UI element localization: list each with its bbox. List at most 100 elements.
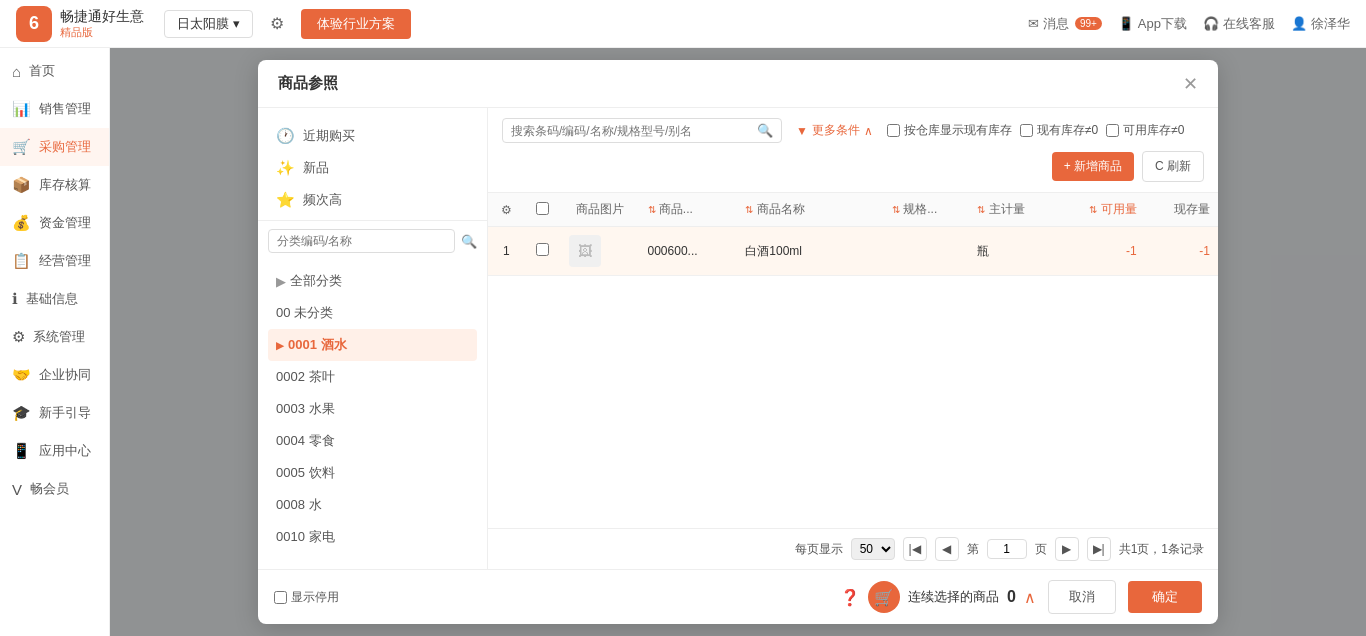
category-search-input[interactable] [268, 229, 455, 253]
sidebar-item-system[interactable]: ⚙ 系统管理 [0, 318, 109, 356]
show-disabled-checkbox[interactable] [274, 591, 287, 604]
toolbar-right: + 新增商品 C 刷新 [1052, 151, 1204, 182]
th-checkbox[interactable] [525, 193, 562, 227]
table-row[interactable]: 1 🖼 000600... 白酒100ml [488, 227, 1218, 276]
select-all-checkbox[interactable] [536, 202, 549, 215]
checkbox-current-stock[interactable]: 现有库存≠0 [1020, 122, 1098, 139]
product-search-input[interactable] [511, 124, 753, 138]
sidebar-item-finance[interactable]: 💰 资金管理 [0, 204, 109, 242]
app-download-btn[interactable]: 📱 App下载 [1118, 15, 1187, 33]
quick-nav-recent[interactable]: 🕐 近期购买 [266, 120, 479, 152]
sort-icon-unit: ⇅ [977, 204, 985, 215]
sidebar-item-basic[interactable]: ℹ 基础信息 [0, 280, 109, 318]
checkbox-available-stock-label: 可用库存≠0 [1123, 122, 1184, 139]
product-table-body: 1 🖼 000600... 白酒100ml [488, 227, 1218, 276]
quick-nav-frequent[interactable]: ⭐ 频次高 [266, 184, 479, 216]
product-reference-modal: 商品参照 ✕ 🕐 近期购买 ✨ 新 [258, 60, 1218, 624]
category-liquor-label: 0001 酒水 [288, 336, 347, 354]
sidebar-item-enterprise[interactable]: 🤝 企业协同 [0, 356, 109, 394]
modal-close-btn[interactable]: ✕ [1183, 75, 1198, 93]
th-name[interactable]: ⇅ 商品名称 [737, 193, 884, 227]
sidebar-label-finance: 资金管理 [39, 214, 91, 232]
sidebar-label-sales: 销售管理 [39, 100, 91, 118]
confirm-btn[interactable]: 确定 [1128, 581, 1202, 613]
category-all[interactable]: ▶ 全部分类 [268, 265, 477, 297]
th-settings[interactable]: ⚙ [488, 193, 525, 227]
finance-icon: 💰 [12, 214, 31, 232]
category-beverage[interactable]: 0005 饮料 [268, 457, 477, 489]
sidebar-label-inventory: 库存核算 [39, 176, 91, 194]
question-icon[interactable]: ❓ [840, 588, 860, 607]
checkbox-warehouse[interactable]: 按仓库显示现有库存 [887, 122, 1012, 139]
purchase-icon: 🛒 [12, 138, 31, 156]
sidebar-item-sales[interactable]: 📊 销售管理 [0, 90, 109, 128]
first-page-btn[interactable]: |◀ [903, 537, 927, 561]
th-spec[interactable]: ⇅ 规格... [884, 193, 970, 227]
checkbox-current-stock-input[interactable] [1020, 124, 1033, 137]
category-fruit[interactable]: 0003 水果 [268, 393, 477, 425]
category-water[interactable]: 0008 水 [268, 489, 477, 521]
last-page-btn[interactable]: ▶| [1087, 537, 1111, 561]
checkbox-warehouse-input[interactable] [887, 124, 900, 137]
row-checkbox[interactable] [536, 243, 549, 256]
apps-icon: 📱 [12, 442, 31, 460]
quick-nav-new[interactable]: ✨ 新品 [266, 152, 479, 184]
add-product-btn[interactable]: + 新增商品 [1052, 152, 1134, 181]
search-icon[interactable]: 🔍 [757, 123, 773, 138]
category-unclassified[interactable]: 00 未分类 [268, 297, 477, 329]
category-snack[interactable]: 0004 零食 [268, 425, 477, 457]
checkbox-available-stock-input[interactable] [1106, 124, 1119, 137]
refresh-btn[interactable]: C 刷新 [1142, 151, 1204, 182]
category-tea[interactable]: 0002 茶叶 [268, 361, 477, 393]
category-appliance[interactable]: 0010 家电 [268, 521, 477, 553]
cancel-btn[interactable]: 取消 [1048, 580, 1116, 614]
sidebar-item-apps[interactable]: 📱 应用中心 [0, 432, 109, 470]
th-name-label: 商品名称 [757, 202, 805, 216]
per-page-select[interactable]: 50 [851, 538, 895, 560]
footer-mid: ❓ 🛒 连续选择的商品 0 ∧ [840, 581, 1036, 613]
service-btn[interactable]: 🎧 在线客服 [1203, 15, 1275, 33]
th-stock: 现存量 [1145, 193, 1218, 227]
trial-btn[interactable]: 体验行业方案 [301, 9, 411, 39]
cart-icon[interactable]: 🛒 [868, 581, 900, 613]
th-available[interactable]: ⇅ 可用量 [1047, 193, 1145, 227]
prev-page-btn[interactable]: ◀ [935, 537, 959, 561]
user-avatar[interactable]: 👤 徐泽华 [1291, 15, 1350, 33]
main-content: 商品参照 ✕ 🕐 近期购买 ✨ 新 [110, 48, 1366, 636]
next-page-btn[interactable]: ▶ [1055, 537, 1079, 561]
sidebar-item-operation[interactable]: 📋 经营管理 [0, 242, 109, 280]
th-unit[interactable]: ⇅ 主计量 [969, 193, 1046, 227]
row-code: 000600... [640, 227, 738, 276]
sidebar-label-member: 畅会员 [30, 480, 69, 498]
sidebar-item-member[interactable]: V 畅会员 [0, 470, 109, 508]
page-input[interactable] [987, 539, 1027, 559]
product-search-bar[interactable]: 🔍 [502, 118, 782, 143]
sidebar-label-home: 首页 [29, 62, 55, 80]
nav-selector[interactable]: 日太阳膜 ▾ [164, 10, 253, 38]
sidebar-label-basic: 基础信息 [26, 290, 78, 308]
show-disabled-label[interactable]: 显示停用 [274, 589, 339, 606]
message-badge: 99+ [1075, 17, 1102, 30]
sidebar-item-guide[interactable]: 🎓 新手引导 [0, 394, 109, 432]
page-label: 第 [967, 541, 979, 558]
category-liquor[interactable]: ▶ 0001 酒水 [268, 329, 477, 361]
guide-icon: 🎓 [12, 404, 31, 422]
collapse-icon[interactable]: ∧ [1024, 588, 1036, 607]
category-fruit-label: 0003 水果 [276, 400, 335, 418]
sidebar-item-purchase[interactable]: 🛒 采购管理 [0, 128, 109, 166]
category-snack-label: 0004 零食 [276, 432, 335, 450]
sidebar-item-inventory[interactable]: 📦 库存核算 [0, 166, 109, 204]
category-all-label: 全部分类 [290, 272, 342, 290]
messages-btn[interactable]: ✉ 消息 99+ [1028, 15, 1102, 33]
page-unit: 页 [1035, 541, 1047, 558]
more-filter-btn[interactable]: ▼ 更多条件 ∧ [790, 118, 879, 143]
th-code[interactable]: ⇅ 商品... [640, 193, 738, 227]
row-checkbox-cell[interactable] [525, 227, 562, 276]
category-search-icon[interactable]: 🔍 [461, 234, 477, 249]
settings-icon[interactable]: ⚙ [261, 8, 293, 40]
sidebar-item-home[interactable]: ⌂ 首页 [0, 52, 109, 90]
row-spec [884, 227, 970, 276]
th-image: 商品图片 [561, 193, 639, 227]
cart-label: 连续选择的商品 [908, 588, 999, 606]
checkbox-available-stock[interactable]: 可用库存≠0 [1106, 122, 1184, 139]
